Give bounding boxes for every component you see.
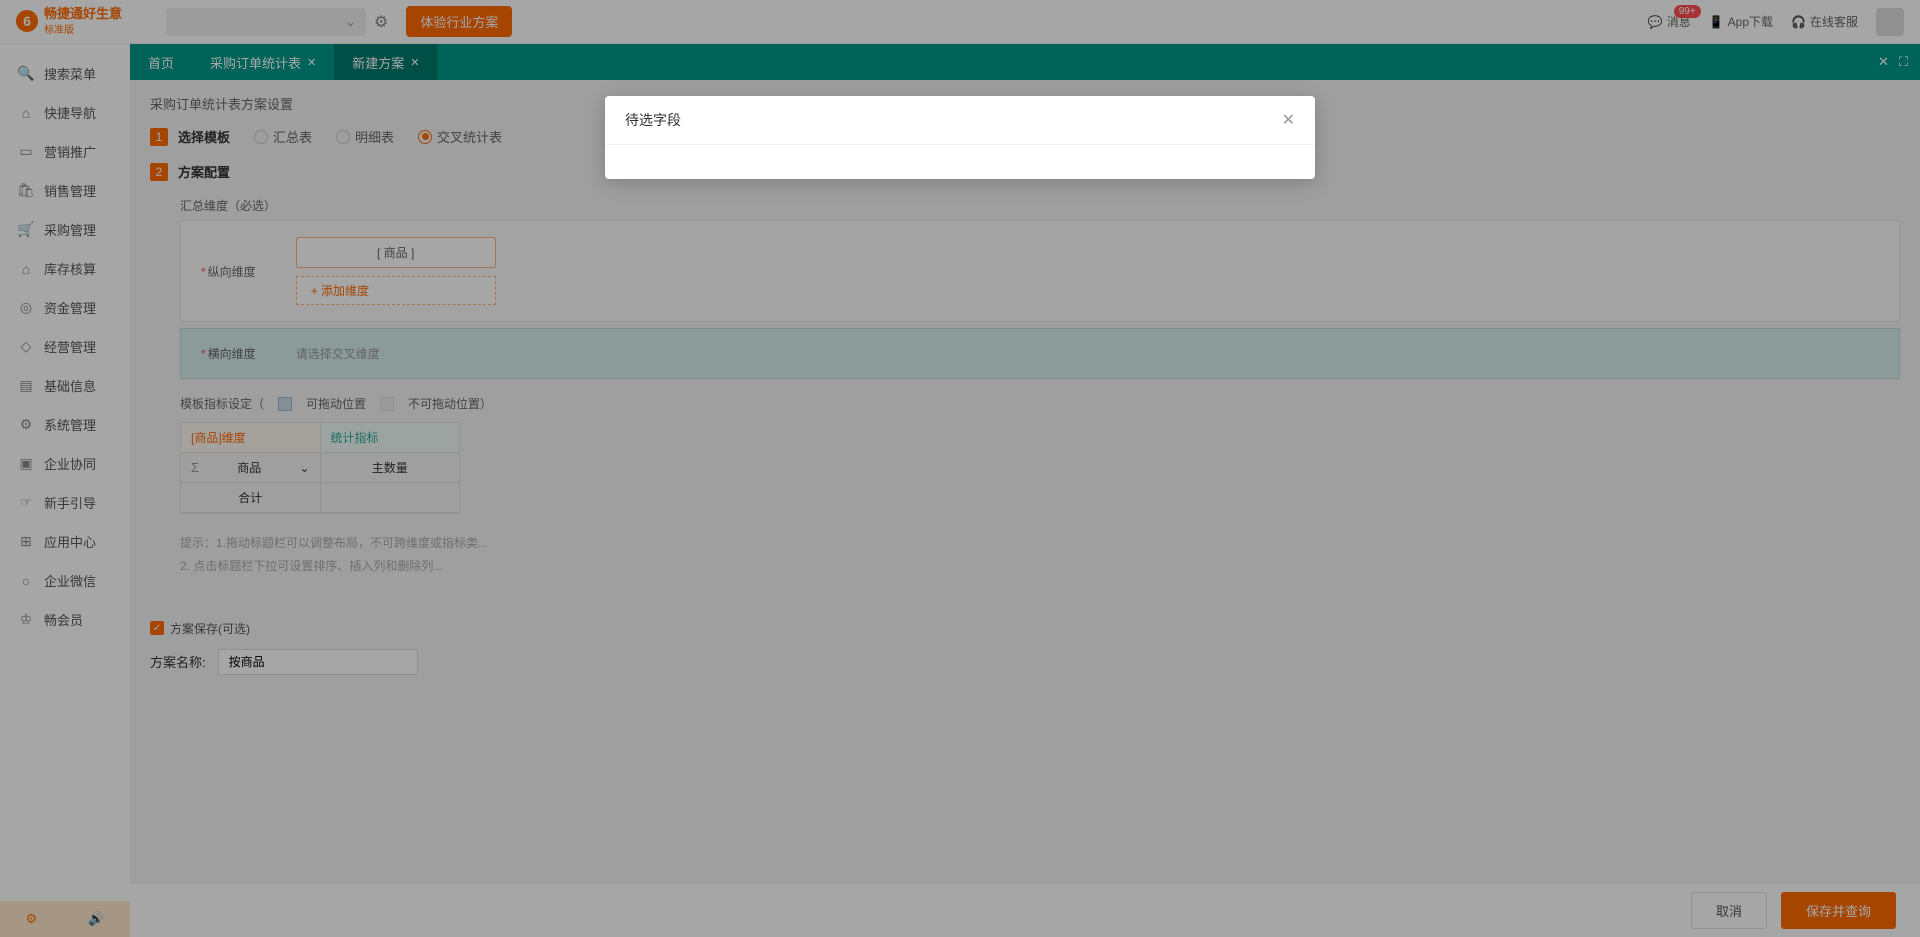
field-selector-modal: 待选字段 ✕ bbox=[605, 96, 1315, 179]
modal-title: 待选字段 bbox=[625, 110, 681, 130]
modal-overlay[interactable]: 待选字段 ✕ bbox=[0, 0, 1920, 937]
modal-close-icon[interactable]: ✕ bbox=[1282, 110, 1295, 130]
